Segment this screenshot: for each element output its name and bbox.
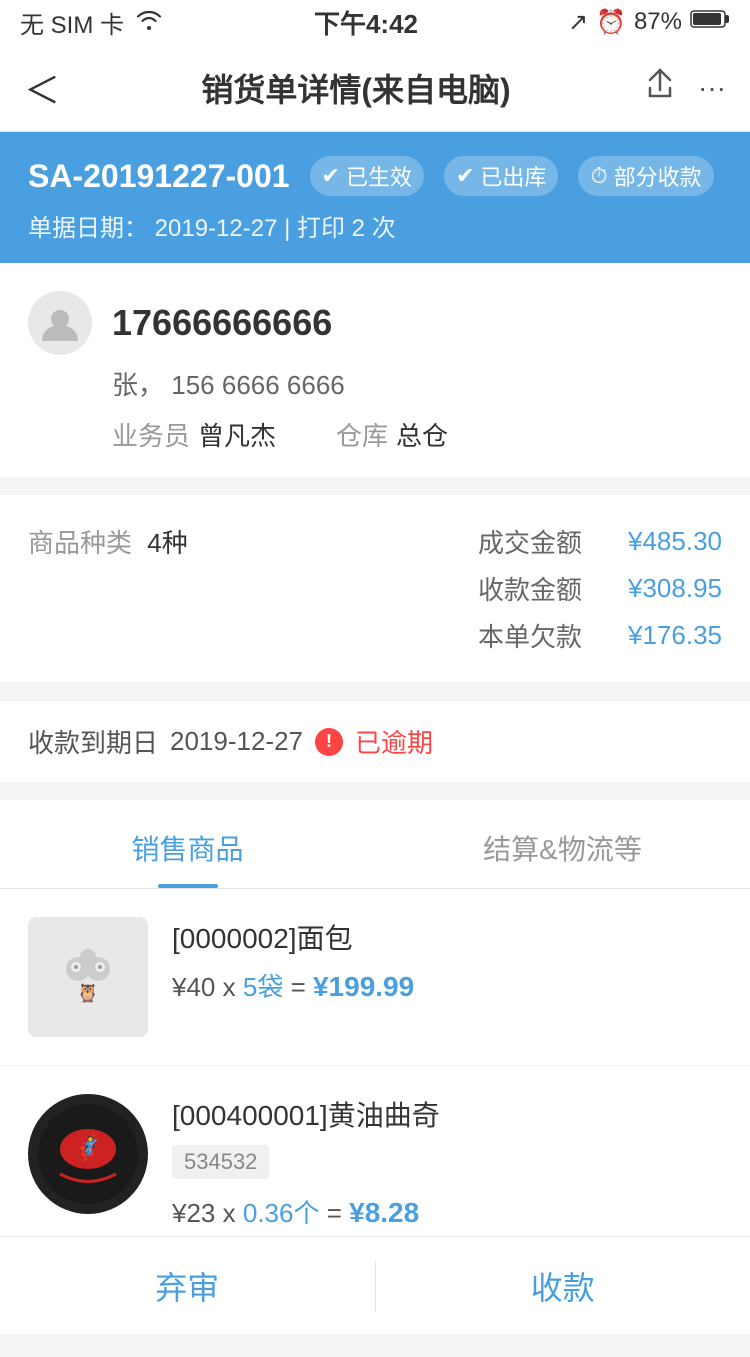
product-info-1: [0000002]面包 ¥40 x 5袋 = ¥199.99	[172, 917, 722, 1004]
customer-phone: 17666666666	[112, 302, 332, 344]
status-bar: 无 SIM 卡 下午4:42 ↗ ⏰ 87%	[0, 0, 750, 44]
customer-section: 17666666666 张， 156 6666 6666 业务员 曾凡杰 仓库 …	[0, 263, 750, 477]
stats-section: 商品种类 4种 成交金额 ¥485.30 收款金额 ¥308.95 本单欠款 ¥…	[0, 495, 750, 682]
check-icon-2: ✔	[456, 163, 474, 189]
alarm-icon: ⏰	[596, 8, 626, 37]
stats-row-amount: 成交金额 ¥485.30	[478, 523, 722, 560]
product-name-1: [0000002]面包	[172, 917, 722, 957]
product-price-2: ¥23 x 0.36个 = ¥8.28	[172, 1193, 722, 1230]
product-image-1: 🦉	[28, 917, 148, 1037]
tab-sales-products[interactable]: 销售商品	[0, 800, 375, 888]
product-name-2: [000400001]黄油曲奇	[172, 1094, 722, 1134]
nav-actions: ···	[642, 66, 726, 109]
list-item: 🦸 [000400001]黄油曲奇 534532 ¥23 x 0.36个 = ¥…	[0, 1066, 750, 1259]
badge-partial-paid: ⏱ 部分收款	[578, 156, 713, 196]
carrier-label: 无 SIM 卡	[20, 5, 124, 40]
customer-meta: 业务员 曾凡杰 仓库 总仓	[28, 416, 722, 453]
collect-button[interactable]: 收款	[376, 1243, 750, 1329]
order-header-top: SA-20191227-001 ✔ 已生效 ✔ 已出库 ⏱ 部分收款	[28, 156, 722, 196]
wifi-icon	[134, 8, 164, 37]
share-button[interactable]	[642, 66, 678, 109]
product-info-2: [000400001]黄油曲奇 534532 ¥23 x 0.36个 = ¥8.…	[172, 1094, 722, 1230]
tab-settlement[interactable]: 结算&物流等	[375, 800, 750, 888]
order-header: SA-20191227-001 ✔ 已生效 ✔ 已出库 ⏱ 部分收款 单据日期：…	[0, 132, 750, 263]
badge-shipped: ✔ 已出库	[444, 156, 558, 196]
stats-left: 商品种类 4种	[28, 523, 188, 560]
battery-label: 87%	[634, 8, 682, 36]
product-list: 🦉 [0000002]面包 ¥40 x 5袋 = ¥199.99	[0, 889, 750, 1259]
customer-top: 17666666666	[28, 291, 722, 355]
product-tag-2: 534532	[172, 1145, 269, 1179]
clock-icon: ⏱	[590, 163, 607, 189]
status-left: 无 SIM 卡	[20, 5, 164, 40]
svg-text:🦸: 🦸	[73, 1133, 103, 1162]
list-item: 🦉 [0000002]面包 ¥40 x 5袋 = ¥199.99	[0, 889, 750, 1066]
nav-bar: ＜ 销货单详情(来自电脑) ···	[0, 44, 750, 132]
product-image-2: 🦸	[28, 1094, 148, 1214]
check-icon-1: ✔	[322, 163, 340, 189]
stats-row-owed: 本单欠款 ¥176.35	[478, 617, 722, 654]
stats-right: 成交金额 ¥485.30 收款金额 ¥308.95 本单欠款 ¥176.35	[478, 523, 722, 654]
bottom-bar: 弃审 收款	[0, 1236, 750, 1334]
badge-effective: ✔ 已生效	[310, 156, 424, 196]
status-time: 下午4:42	[314, 4, 418, 41]
battery-icon	[690, 8, 730, 36]
tab-bar: 销售商品 结算&物流等	[0, 800, 750, 889]
page-title: 销货单详情(来自电脑)	[70, 65, 642, 111]
overdue-icon: !	[315, 728, 343, 756]
cancel-button[interactable]: 弃审	[0, 1243, 375, 1329]
order-id: SA-20191227-001	[28, 158, 290, 195]
back-button[interactable]: ＜	[14, 52, 70, 124]
overdue-label: 收款到期日	[28, 723, 158, 760]
stats-row-received: 收款金额 ¥308.95	[478, 570, 722, 607]
overdue-section: 收款到期日 2019-12-27 ! 已逾期	[0, 700, 750, 782]
location-icon: ↗	[568, 8, 588, 37]
more-button[interactable]: ···	[698, 72, 726, 104]
svg-text:🦉: 🦉	[77, 983, 99, 1003]
overdue-date: 2019-12-27	[170, 726, 303, 757]
overdue-status: 已逾期	[355, 723, 433, 760]
product-price-1: ¥40 x 5袋 = ¥199.99	[172, 967, 722, 1004]
status-right: ↗ ⏰ 87%	[568, 8, 730, 37]
avatar	[28, 291, 92, 355]
customer-info: 张， 156 6666 6666	[28, 365, 722, 402]
order-date-row: 单据日期： 2019-12-27 | 打印 2 次	[28, 208, 722, 243]
